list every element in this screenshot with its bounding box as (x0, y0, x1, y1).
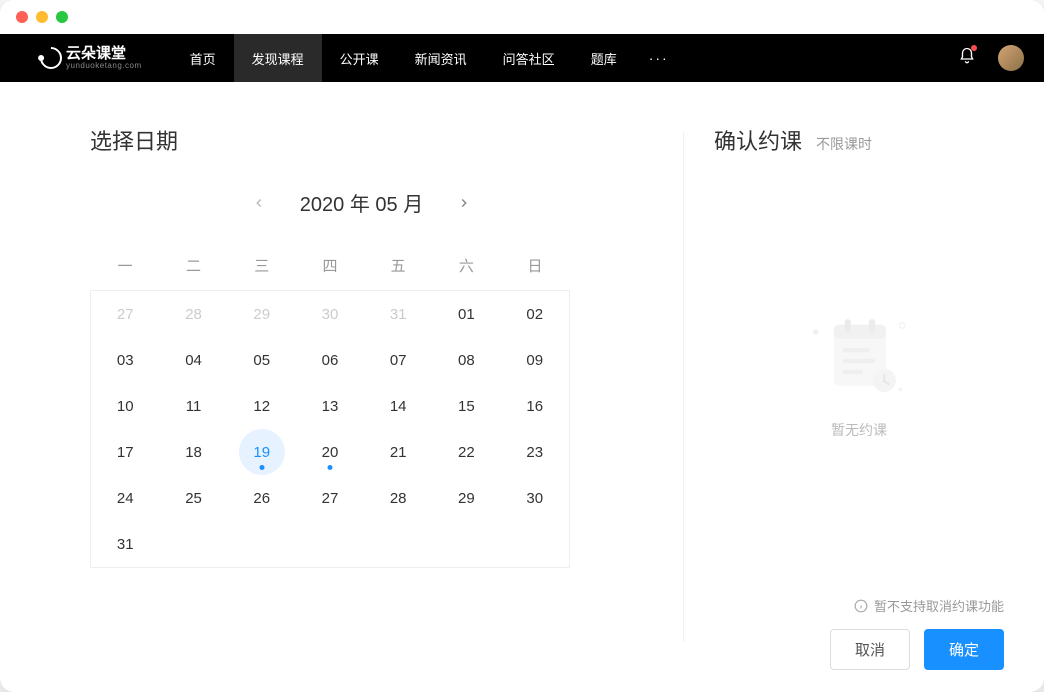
month-label: 2020 年 05 月 (300, 188, 423, 217)
window-minimize-button[interactable] (36, 11, 48, 23)
calendar-day[interactable]: 25 (171, 475, 217, 521)
calendar-day[interactable]: 14 (375, 383, 421, 429)
confirm-button[interactable]: 确定 (924, 629, 1004, 670)
calendar-day[interactable]: 17 (102, 429, 148, 475)
window-titlebar (0, 0, 1044, 34)
confirm-header: 确认约课 不限课时 (714, 124, 1004, 156)
calendar-day[interactable]: 10 (102, 383, 148, 429)
calendar-day[interactable]: 12 (239, 383, 285, 429)
nav-item[interactable]: 问答社区 (485, 34, 573, 82)
calendar-day[interactable]: 31 (102, 521, 148, 567)
calendar-day[interactable]: 20 (307, 429, 353, 475)
window-maximize-button[interactable] (56, 11, 68, 23)
calendar-day: 27 (102, 291, 148, 337)
weekday-header: 五 (364, 241, 432, 291)
calendar-day[interactable]: 18 (171, 429, 217, 475)
calendar-day[interactable]: 26 (239, 475, 285, 521)
calendar-day[interactable]: 02 (512, 291, 558, 337)
calendar-day: 29 (239, 291, 285, 337)
calendar-day[interactable]: 05 (239, 337, 285, 383)
nav-item[interactable]: 发现课程 (234, 34, 322, 82)
month-nav: 2020 年 05 月 (90, 188, 633, 217)
weekday-header: 四 (296, 241, 364, 291)
date-picker-title: 选择日期 (90, 124, 633, 156)
confirm-pane: 确认约课 不限课时 (684, 82, 1044, 692)
calendar-day[interactable]: 23 (512, 429, 558, 475)
calendar-day[interactable]: 28 (375, 475, 421, 521)
calendar-day[interactable]: 24 (102, 475, 148, 521)
calendar-day[interactable]: 04 (171, 337, 217, 383)
app-window: 云朵课堂 yunduoketang.com 首页发现课程公开课新闻资讯问答社区题… (0, 0, 1044, 692)
window-close-button[interactable] (16, 11, 28, 23)
calendar-day: 31 (375, 291, 421, 337)
empty-calendar-icon (804, 312, 914, 402)
weekday-header: 三 (228, 241, 296, 291)
calendar-day[interactable]: 06 (307, 337, 353, 383)
nav-item[interactable]: 公开课 (322, 34, 397, 82)
content: 选择日期 2020 年 05 月 一二三四五六日 272829303101020… (0, 82, 1044, 692)
calendar-day[interactable]: 16 (512, 383, 558, 429)
cancel-button[interactable]: 取消 (830, 629, 910, 670)
logo-subtext: yunduoketang.com (66, 61, 142, 70)
notice-text: 暂不支持取消约课功能 (874, 596, 1004, 615)
calendar: 一二三四五六日 27 28 29 30 31 01 02 03 04 05 06 07 08 09 10 11… (90, 241, 570, 568)
calendar-day[interactable]: 30 (512, 475, 558, 521)
calendar-day[interactable]: 01 (443, 291, 489, 337)
calendar-day: 30 (307, 291, 353, 337)
confirm-title: 确认约课 (714, 124, 802, 156)
notice: 暂不支持取消约课功能 (714, 596, 1004, 615)
calendar-day[interactable]: 07 (375, 337, 421, 383)
nav-right (958, 45, 1024, 71)
logo-text: 云朵课堂 (66, 46, 142, 61)
nav-item[interactable]: 题库 (573, 34, 635, 82)
chevron-left-icon (252, 196, 266, 210)
empty-text: 暂无约课 (831, 420, 887, 440)
logo[interactable]: 云朵课堂 yunduoketang.com (40, 46, 142, 70)
calendar-day: 28 (171, 291, 217, 337)
nav-items: 首页发现课程公开课新闻资讯问答社区题库 (172, 34, 635, 82)
calendar-day[interactable]: 21 (375, 429, 421, 475)
next-month-button[interactable] (457, 196, 471, 210)
chevron-right-icon (457, 196, 471, 210)
notifications-button[interactable] (958, 47, 976, 70)
nav-more-button[interactable]: ··· (635, 50, 683, 66)
empty-state: 暂无约课 (714, 156, 1004, 596)
calendar-day[interactable]: 11 (171, 383, 217, 429)
date-picker-pane: 选择日期 2020 年 05 月 一二三四五六日 272829303101020… (0, 82, 683, 692)
calendar-day[interactable]: 13 (307, 383, 353, 429)
weekday-header: 二 (159, 241, 227, 291)
confirm-subtitle: 不限课时 (816, 134, 872, 154)
weekday-header: 日 (500, 241, 569, 291)
nav-item[interactable]: 新闻资讯 (397, 34, 485, 82)
calendar-day[interactable]: 29 (443, 475, 489, 521)
calendar-day[interactable]: 09 (512, 337, 558, 383)
calendar-day[interactable]: 15 (443, 383, 489, 429)
calendar-day[interactable]: 27 (307, 475, 353, 521)
weekday-header: 六 (432, 241, 500, 291)
prev-month-button[interactable] (252, 196, 266, 210)
top-nav: 云朵课堂 yunduoketang.com 首页发现课程公开课新闻资讯问答社区题… (0, 34, 1044, 82)
nav-item[interactable]: 首页 (172, 34, 234, 82)
notification-dot (971, 45, 977, 51)
calendar-day[interactable]: 19 (239, 429, 285, 475)
info-icon (854, 599, 868, 613)
action-buttons: 取消 确定 (714, 629, 1004, 670)
user-avatar[interactable] (998, 45, 1024, 71)
weekday-header: 一 (91, 241, 160, 291)
logo-icon (35, 42, 66, 73)
calendar-day[interactable]: 08 (443, 337, 489, 383)
calendar-day[interactable]: 03 (102, 337, 148, 383)
calendar-day[interactable]: 22 (443, 429, 489, 475)
